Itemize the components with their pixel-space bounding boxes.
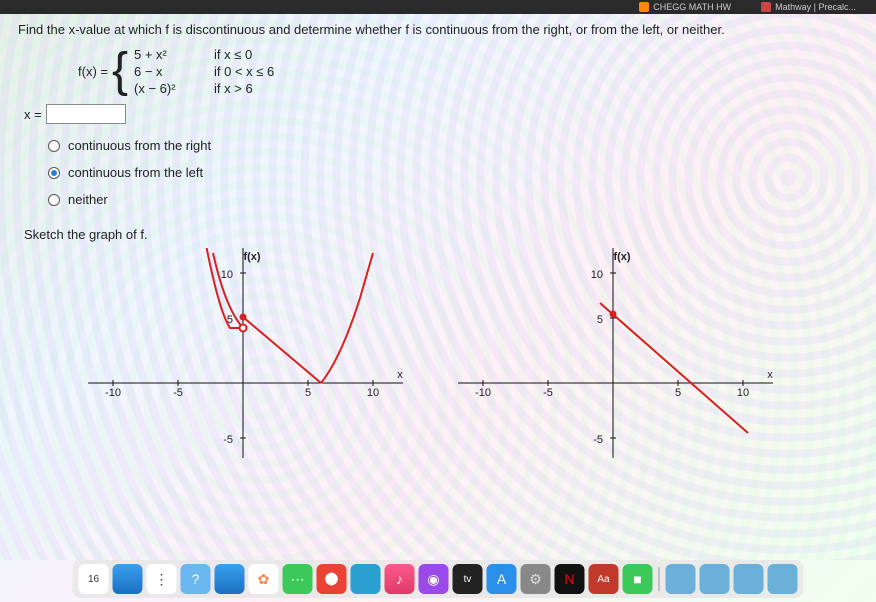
macos-dock: 16 ⋮? ✿⋯ ♪◉tvA⚙NAa■ (73, 560, 804, 598)
dock-display-icon[interactable] (351, 564, 381, 594)
radio-option[interactable]: neither (48, 192, 858, 207)
dock-photos-icon[interactable]: ✿ (249, 564, 279, 594)
xtick-label: 5 (675, 387, 681, 399)
dock-divider (659, 567, 660, 591)
x-value-input[interactable] (46, 104, 126, 124)
browser-tab[interactable]: Mathway | Precalc... (761, 2, 856, 12)
graph-option-1[interactable]: -10 -5 5 10 5 10 -5 f(x) x (78, 248, 408, 458)
browser-tab[interactable]: CHEGG MATH HW (639, 2, 731, 12)
xtick-label: 5 (305, 387, 311, 399)
problem-statement: Find the x-value at which f is discontin… (18, 22, 858, 37)
dock-netflix-icon[interactable]: N (555, 564, 585, 594)
tab-label: Mathway | Precalc... (775, 2, 856, 12)
radio-label: continuous from the left (68, 165, 203, 180)
dock-calendar-icon[interactable]: 16 (79, 564, 109, 594)
case-row: (x − 6)² if x > 6 (134, 81, 274, 96)
dock-settings-icon[interactable]: ⚙ (521, 564, 551, 594)
x-axis-label: x (767, 369, 773, 381)
dock-messages-icon[interactable]: ⋯ (283, 564, 313, 594)
dock-folder3-icon[interactable] (734, 564, 764, 594)
dock-folder4-icon[interactable] (768, 564, 798, 594)
radio-option[interactable]: continuous from the left (48, 165, 858, 180)
radio-label: continuous from the right (68, 138, 211, 153)
radio-icon (48, 194, 60, 206)
axis-title: f(x) (243, 251, 260, 263)
dock-folder2-icon[interactable] (700, 564, 730, 594)
dock-folder1-icon[interactable] (666, 564, 696, 594)
sketch-label: Sketch the graph of f. (24, 227, 858, 242)
dock-podcasts-icon[interactable]: ◉ (419, 564, 449, 594)
ytick-label: -5 (593, 434, 603, 446)
xtick-label: -5 (173, 387, 183, 399)
radio-label: neither (68, 192, 108, 207)
xtick-label: 10 (367, 387, 379, 399)
radio-option[interactable]: continuous from the right (48, 138, 858, 153)
closed-point-icon (240, 314, 247, 321)
piecewise-function: f(x) = { 5 + x² if x ≤ 0 6 − x if 0 < x … (78, 47, 858, 96)
axis-title: f(x) (613, 251, 630, 263)
case-row: 5 + x² if x ≤ 0 (134, 47, 274, 62)
closed-point-icon (610, 311, 617, 318)
dock-reminders-icon[interactable]: ⋮ (147, 564, 177, 594)
case-cond: if x ≤ 0 (214, 47, 252, 62)
x-equals-label: x = (24, 107, 42, 122)
dock-finder-icon[interactable] (113, 564, 143, 594)
dock-tv-icon[interactable]: tv (453, 564, 483, 594)
case-row: 6 − x if 0 < x ≤ 6 (134, 64, 274, 79)
ytick-label: 5 (597, 314, 603, 326)
graph-option-2[interactable]: -10 -5 5 10 5 10 -5 f(x) x (448, 248, 778, 458)
case-expr: 5 + x² (134, 47, 194, 62)
case-cond: if x > 6 (214, 81, 253, 96)
xtick-label: -10 (105, 387, 121, 399)
dock-dictionary-icon[interactable]: Aa (589, 564, 619, 594)
xtick-label: 10 (737, 387, 749, 399)
browser-tab-strip: CHEGG MATH HW Mathway | Precalc... (0, 0, 876, 14)
radio-icon (48, 167, 60, 179)
case-expr: (x − 6)² (134, 81, 194, 96)
case-expr: 6 − x (134, 64, 194, 79)
x-axis-label: x (397, 369, 403, 381)
ytick-label: 10 (221, 269, 233, 281)
dock-facetime-icon[interactable]: ■ (623, 564, 653, 594)
ytick-label: -5 (223, 434, 233, 446)
open-point-icon (240, 325, 247, 332)
x-answer-row: x = (24, 104, 858, 124)
ytick-label: 10 (591, 269, 603, 281)
xtick-label: -5 (543, 387, 553, 399)
dock-chrome-icon[interactable] (317, 564, 347, 594)
radio-icon (48, 140, 60, 152)
continuity-radio-group: continuous from the right continuous fro… (48, 138, 858, 207)
tab-favicon (761, 2, 771, 12)
tab-favicon (639, 2, 649, 12)
dock-help-icon[interactable]: ? (181, 564, 211, 594)
tab-label: CHEGG MATH HW (653, 2, 731, 12)
case-cond: if 0 < x ≤ 6 (214, 64, 274, 79)
xtick-label: -10 (475, 387, 491, 399)
dock-appstore-icon[interactable]: A (487, 564, 517, 594)
dock-music-icon[interactable]: ♪ (385, 564, 415, 594)
dock-safari-icon[interactable] (215, 564, 245, 594)
brace-icon: { (112, 52, 128, 90)
cases-list: 5 + x² if x ≤ 0 6 − x if 0 < x ≤ 6 (x − … (134, 47, 274, 96)
fx-label: f(x) = (78, 64, 108, 79)
graph-row: -10 -5 5 10 5 10 -5 f(x) x (78, 248, 858, 458)
problem-panel: Find the x-value at which f is discontin… (0, 14, 876, 564)
